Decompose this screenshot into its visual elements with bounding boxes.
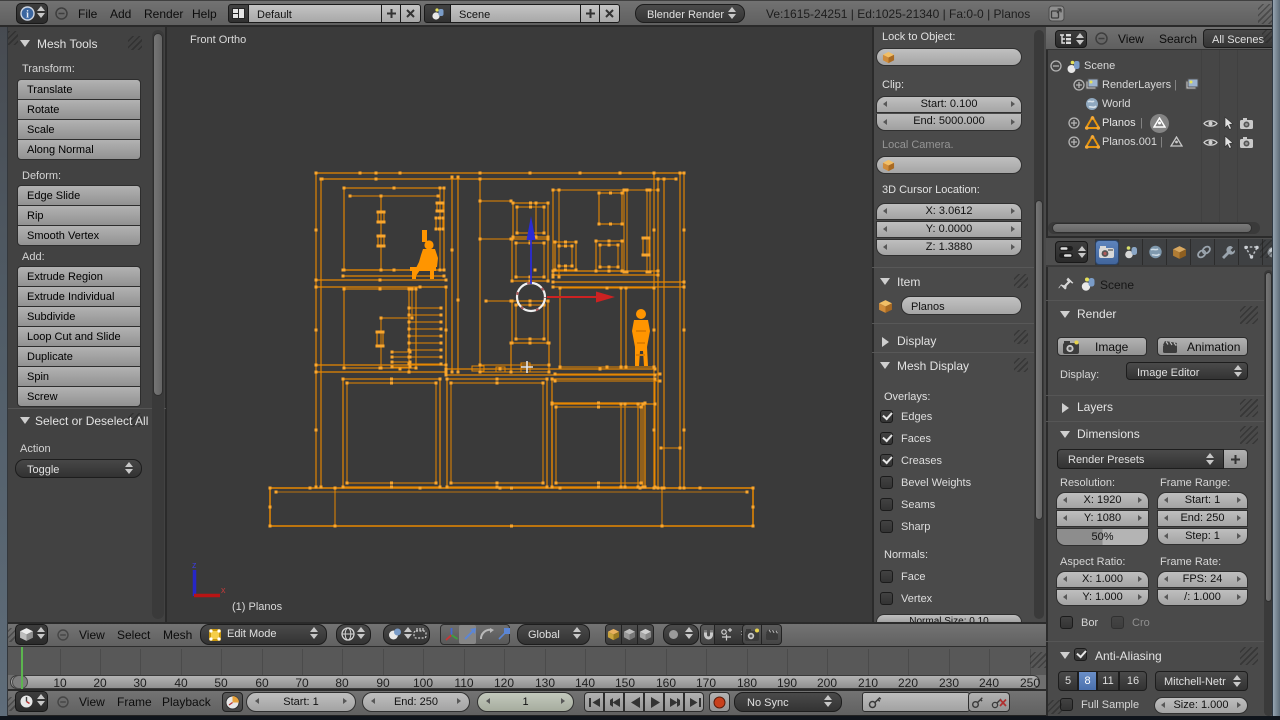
svg-text:z: z [192, 560, 197, 570]
svg-text:i: i [26, 10, 29, 21]
svg-text:x: x [221, 585, 226, 595]
